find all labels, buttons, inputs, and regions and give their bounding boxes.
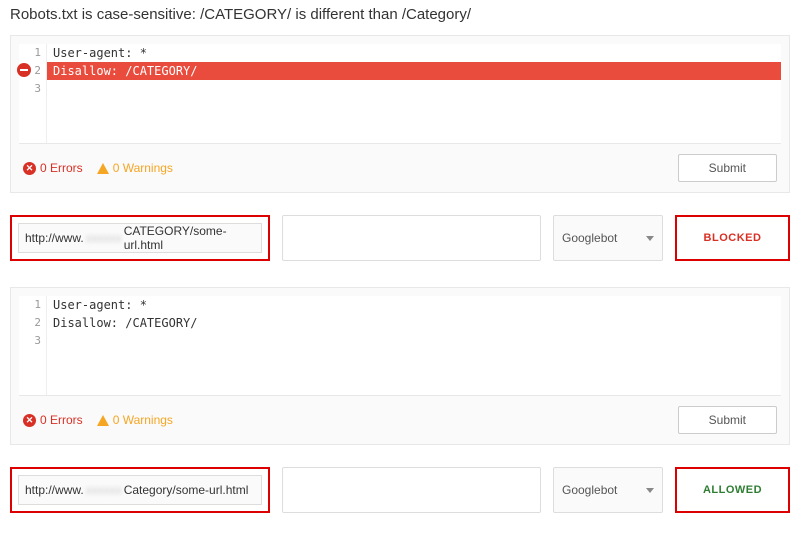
status-bar: ✕ 0 Errors 0 Warnings Submit bbox=[11, 396, 789, 444]
errors-count: ✕ 0 Errors bbox=[23, 413, 83, 427]
url-prefix: http://www. bbox=[25, 483, 84, 497]
warnings-count: 0 Warnings bbox=[97, 413, 173, 427]
code-editor-1[interactable]: 1 2 3 User-agent: * Disallow: /CATEGORY/ bbox=[19, 44, 781, 144]
submit-button[interactable]: Submit bbox=[678, 154, 777, 182]
code-line bbox=[47, 80, 781, 98]
errors-count: ✕ 0 Errors bbox=[23, 161, 83, 175]
chevron-down-icon bbox=[646, 488, 654, 493]
line-number: 1 bbox=[19, 296, 46, 314]
error-badge-icon: ✕ bbox=[23, 414, 36, 427]
url-input[interactable]: http://www. xxxxxx CATEGORY/some-url.htm… bbox=[18, 223, 262, 253]
warnings-text: 0 Warnings bbox=[113, 413, 173, 427]
error-icon bbox=[17, 63, 31, 77]
bot-label: Googlebot bbox=[562, 483, 617, 497]
status-bar: ✕ 0 Errors 0 Warnings Submit bbox=[11, 144, 789, 192]
robots-tester-panel-1: 1 2 3 User-agent: * Disallow: /CATEGORY/… bbox=[10, 35, 790, 193]
path-input[interactable] bbox=[282, 467, 541, 513]
bot-select[interactable]: Googlebot bbox=[553, 215, 663, 261]
url-input-highlight: http://www. xxxxxx CATEGORY/some-url.htm… bbox=[10, 215, 270, 261]
test-row-2: http://www. xxxxxx Category/some-url.htm… bbox=[10, 459, 790, 521]
url-suffix: CATEGORY/some-url.html bbox=[124, 224, 255, 252]
error-badge-icon: ✕ bbox=[23, 162, 36, 175]
errors-text: 0 Errors bbox=[40, 413, 83, 427]
url-domain-blurred: xxxxxx bbox=[84, 483, 124, 497]
code-editor-2[interactable]: 1 2 3 User-agent: * Disallow: /CATEGORY/ bbox=[19, 296, 781, 396]
warnings-text: 0 Warnings bbox=[113, 161, 173, 175]
code-line: User-agent: * bbox=[47, 296, 781, 314]
bot-select[interactable]: Googlebot bbox=[553, 467, 663, 513]
errors-text: 0 Errors bbox=[40, 161, 83, 175]
warnings-count: 0 Warnings bbox=[97, 161, 173, 175]
robots-tester-panel-2: 1 2 3 User-agent: * Disallow: /CATEGORY/… bbox=[10, 287, 790, 445]
code-line-highlighted: Disallow: /CATEGORY/ bbox=[47, 62, 781, 80]
line-number: 2 bbox=[19, 314, 46, 332]
result-box-blocked: BLOCKED bbox=[675, 215, 790, 261]
path-input[interactable] bbox=[282, 215, 541, 261]
submit-button[interactable]: Submit bbox=[678, 406, 777, 434]
bot-label: Googlebot bbox=[562, 231, 617, 245]
url-input[interactable]: http://www. xxxxxx Category/some-url.htm… bbox=[18, 475, 262, 505]
test-row-1: http://www. xxxxxx CATEGORY/some-url.htm… bbox=[10, 207, 790, 269]
url-suffix: Category/some-url.html bbox=[124, 483, 249, 497]
chevron-down-icon bbox=[646, 236, 654, 241]
code-line: User-agent: * bbox=[47, 44, 781, 62]
warning-badge-icon bbox=[97, 415, 109, 426]
code-line bbox=[47, 332, 781, 350]
code-content[interactable]: User-agent: * Disallow: /CATEGORY/ bbox=[47, 296, 781, 395]
line-gutter: 1 2 3 bbox=[19, 296, 47, 395]
line-number: 2 bbox=[19, 62, 46, 80]
url-domain-blurred: xxxxxx bbox=[84, 231, 124, 245]
line-number: 1 bbox=[19, 44, 46, 62]
code-content[interactable]: User-agent: * Disallow: /CATEGORY/ bbox=[47, 44, 781, 143]
code-line: Disallow: /CATEGORY/ bbox=[47, 314, 781, 332]
result-box-allowed: ALLOWED bbox=[675, 467, 790, 513]
line-number: 3 bbox=[19, 332, 46, 350]
url-prefix: http://www. bbox=[25, 231, 84, 245]
line-number: 3 bbox=[19, 80, 46, 98]
warning-badge-icon bbox=[97, 163, 109, 174]
page-title: Robots.txt is case-sensitive: /CATEGORY/… bbox=[10, 6, 790, 23]
url-input-highlight: http://www. xxxxxx Category/some-url.htm… bbox=[10, 467, 270, 513]
line-gutter: 1 2 3 bbox=[19, 44, 47, 143]
